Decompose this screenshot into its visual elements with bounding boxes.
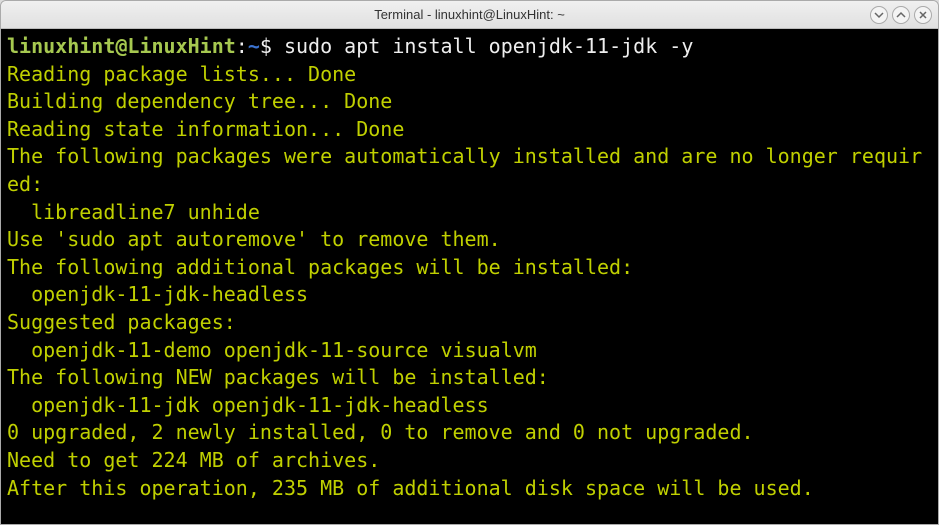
- output-line: Need to get 224 MB of archives.: [7, 447, 932, 475]
- output-line: libreadline7 unhide: [7, 199, 932, 227]
- prompt-path: ~: [248, 34, 260, 58]
- window-controls: [870, 6, 932, 24]
- titlebar[interactable]: Terminal - linuxhint@LinuxHint: ~: [1, 1, 938, 29]
- prompt-user: linuxhint@LinuxHint: [7, 34, 236, 58]
- terminal-window: Terminal - linuxhint@LinuxHint: ~ linuxh…: [0, 0, 939, 525]
- output-line: After this operation, 235 MB of addition…: [7, 475, 932, 503]
- close-icon: [918, 10, 928, 20]
- output-line: The following packages were automaticall…: [7, 143, 932, 198]
- prompt-line: linuxhint@LinuxHint:~$ sudo apt install …: [7, 33, 932, 61]
- terminal-output: Reading package lists... DoneBuilding de…: [7, 61, 932, 503]
- window-title: Terminal - linuxhint@LinuxHint: ~: [374, 7, 565, 22]
- close-button[interactable]: [914, 6, 932, 24]
- output-line: The following NEW packages will be insta…: [7, 364, 932, 392]
- output-line: openjdk-11-jdk-headless: [7, 281, 932, 309]
- output-line: 0 upgraded, 2 newly installed, 0 to remo…: [7, 419, 932, 447]
- prompt-dollar: $: [260, 34, 272, 58]
- output-line: Suggested packages:: [7, 309, 932, 337]
- output-line: openjdk-11-demo openjdk-11-source visual…: [7, 337, 932, 365]
- output-line: openjdk-11-jdk openjdk-11-jdk-headless: [7, 392, 932, 420]
- minimize-button[interactable]: [870, 6, 888, 24]
- maximize-button[interactable]: [892, 6, 910, 24]
- command: sudo apt install openjdk-11-jdk -y: [284, 34, 693, 58]
- output-line: Use 'sudo apt autoremove' to remove them…: [7, 226, 932, 254]
- terminal-content[interactable]: linuxhint@LinuxHint:~$ sudo apt install …: [1, 29, 938, 524]
- output-line: Building dependency tree... Done: [7, 88, 932, 116]
- output-line: Reading state information... Done: [7, 116, 932, 144]
- output-line: Reading package lists... Done: [7, 61, 932, 89]
- command-text: [272, 34, 284, 58]
- output-line: The following additional packages will b…: [7, 254, 932, 282]
- chevron-down-icon: [874, 10, 884, 20]
- prompt-colon: :: [236, 34, 248, 58]
- chevron-up-icon: [896, 10, 906, 20]
